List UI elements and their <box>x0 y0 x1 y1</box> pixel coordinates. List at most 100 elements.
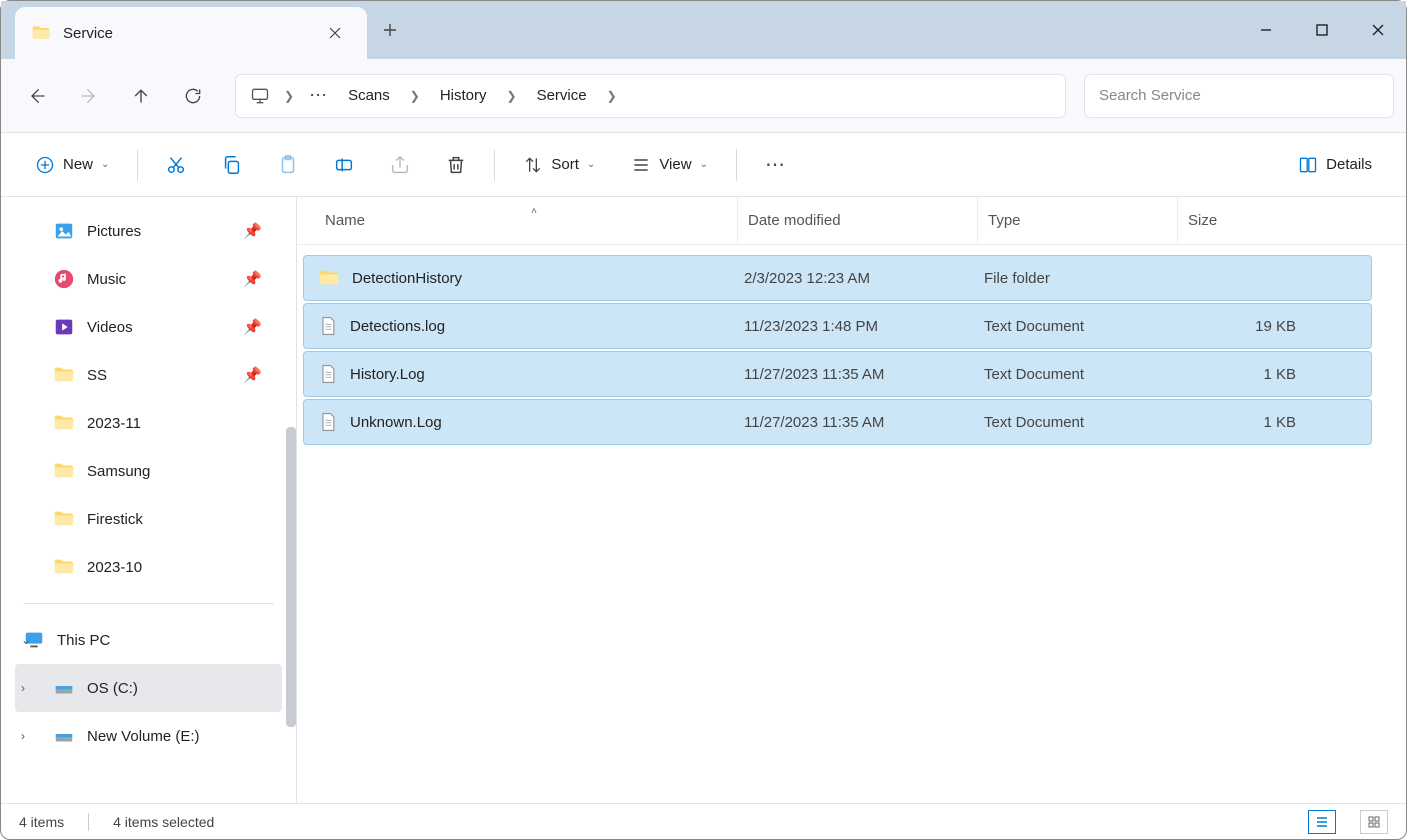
chevron-down-icon: ⌄ <box>101 159 109 170</box>
sort-button[interactable]: Sort ⌄ <box>509 145 609 185</box>
file-name: Unknown.Log <box>350 414 442 431</box>
thumbnails-view-toggle[interactable] <box>1360 810 1388 834</box>
forward-button[interactable] <box>65 74 113 118</box>
refresh-button[interactable] <box>169 74 217 118</box>
cut-button[interactable] <box>152 145 200 185</box>
file-row[interactable]: Detections.log 11/23/2023 1:48 PM Text D… <box>303 303 1372 349</box>
sidebar-item[interactable]: Pictures 📌 <box>1 207 296 255</box>
folder-icon <box>53 412 75 434</box>
pin-icon: 📌 <box>243 366 262 384</box>
share-button[interactable] <box>376 145 424 185</box>
more-button[interactable]: ⋯ <box>751 145 799 185</box>
copy-button[interactable] <box>208 145 256 185</box>
file-row[interactable]: History.Log 11/27/2023 11:35 AM Text Doc… <box>303 351 1372 397</box>
folder-icon <box>53 508 75 530</box>
sidebar-drive[interactable]: › New Volume (E:) <box>1 712 296 760</box>
scrollbar[interactable] <box>286 427 296 727</box>
sidebar-item-label: Firestick <box>87 511 143 528</box>
breadcrumb-item[interactable]: History <box>430 83 497 108</box>
search-input[interactable] <box>1099 87 1379 104</box>
column-size[interactable]: Size <box>1177 197 1307 244</box>
up-button[interactable] <box>117 74 165 118</box>
details-button[interactable]: Details <box>1284 145 1386 185</box>
status-count: 4 items <box>19 814 64 830</box>
monitor-icon <box>246 82 274 110</box>
chevron-right-icon[interactable]: ❯ <box>406 89 424 103</box>
sidebar-item[interactable]: 2023-10 <box>1 543 296 591</box>
column-type[interactable]: Type <box>977 197 1177 244</box>
file-type: Text Document <box>984 366 1184 383</box>
file-name: History.Log <box>350 366 425 383</box>
file-row[interactable]: DetectionHistory 2/3/2023 12:23 AM File … <box>303 255 1372 301</box>
sidebar-drive[interactable]: › OS (C:) <box>15 664 282 712</box>
breadcrumb-item[interactable]: Service <box>527 83 597 108</box>
file-size: 1 KB <box>1184 414 1296 431</box>
sidebar-item-label: This PC <box>57 632 110 649</box>
file-name: Detections.log <box>350 318 445 335</box>
sidebar-item-label: New Volume (E:) <box>87 728 200 745</box>
statusbar: 4 items 4 items selected <box>1 803 1406 839</box>
sort-label: Sort <box>551 156 579 173</box>
sidebar-item[interactable]: SS 📌 <box>1 351 296 399</box>
delete-button[interactable] <box>432 145 480 185</box>
file-type: Text Document <box>984 318 1184 335</box>
tab-close-button[interactable] <box>319 17 351 49</box>
txt-icon <box>318 364 338 384</box>
chevron-right-icon[interactable]: › <box>21 681 25 695</box>
back-button[interactable] <box>13 74 61 118</box>
chevron-down-icon[interactable]: ⌄ <box>21 633 31 647</box>
sidebar-item[interactable]: Music 📌 <box>1 255 296 303</box>
sidebar-item-label: Samsung <box>87 463 150 480</box>
chevron-down-icon: ⌄ <box>587 159 595 170</box>
drive-icon <box>53 725 75 747</box>
details-view-toggle[interactable] <box>1308 810 1336 834</box>
sort-indicator-icon: ˄ <box>531 206 537 217</box>
new-tab-button[interactable] <box>367 1 413 59</box>
breadcrumb[interactable]: ❯ ⋯ Scans ❯ History ❯ Service ❯ <box>235 74 1066 118</box>
folder-icon <box>31 23 51 43</box>
titlebar: Service <box>1 1 1406 59</box>
new-button[interactable]: New ⌄ <box>21 145 123 185</box>
chevron-down-icon: ⌄ <box>700 159 708 170</box>
sidebar-item[interactable]: Firestick <box>1 495 296 543</box>
sidebar-item-label: Pictures <box>87 223 141 240</box>
details-label: Details <box>1326 156 1372 173</box>
column-header: Name ˄ Date modified Type Size <box>297 197 1406 245</box>
chevron-right-icon[interactable]: ❯ <box>603 89 621 103</box>
txt-icon <box>318 412 338 432</box>
minimize-button[interactable] <box>1238 1 1294 59</box>
view-button[interactable]: View ⌄ <box>617 145 722 185</box>
folder-icon <box>318 267 340 289</box>
sidebar-item-label: 2023-11 <box>87 415 141 432</box>
chevron-right-icon[interactable]: ❯ <box>280 89 298 103</box>
music-icon <box>53 268 75 290</box>
active-tab[interactable]: Service <box>15 7 367 59</box>
sidebar-item[interactable]: Samsung <box>1 447 296 495</box>
file-date: 11/27/2023 11:35 AM <box>744 366 984 383</box>
main: Pictures 📌 Music 📌 Videos 📌 SS 📌 2023-11… <box>1 197 1406 803</box>
breadcrumb-item[interactable]: Scans <box>338 83 400 108</box>
chevron-right-icon[interactable]: › <box>21 729 25 743</box>
txt-icon <box>318 316 338 336</box>
new-label: New <box>63 156 93 173</box>
file-row[interactable]: Unknown.Log 11/27/2023 11:35 AM Text Doc… <box>303 399 1372 445</box>
sidebar-item-label: SS <box>87 367 107 384</box>
rename-button[interactable] <box>320 145 368 185</box>
sidebar-item[interactable]: Videos 📌 <box>1 303 296 351</box>
maximize-button[interactable] <box>1294 1 1350 59</box>
drive-icon <box>53 677 75 699</box>
sidebar-item-label: Videos <box>87 319 133 336</box>
videos-icon <box>53 316 75 338</box>
more-icon[interactable]: ⋯ <box>304 82 332 110</box>
chevron-right-icon[interactable]: ❯ <box>503 89 521 103</box>
column-name[interactable]: Name ˄ <box>297 212 737 229</box>
pictures-icon <box>53 220 75 242</box>
close-window-button[interactable] <box>1350 1 1406 59</box>
toolbar: New ⌄ Sort ⌄ View ⌄ ⋯ Details <box>1 133 1406 197</box>
sidebar-this-pc[interactable]: ⌄ This PC <box>1 616 296 664</box>
sidebar-item[interactable]: 2023-11 <box>1 399 296 447</box>
column-date[interactable]: Date modified <box>737 197 977 244</box>
search-box[interactable] <box>1084 74 1394 118</box>
paste-button[interactable] <box>264 145 312 185</box>
file-type: File folder <box>984 270 1184 287</box>
